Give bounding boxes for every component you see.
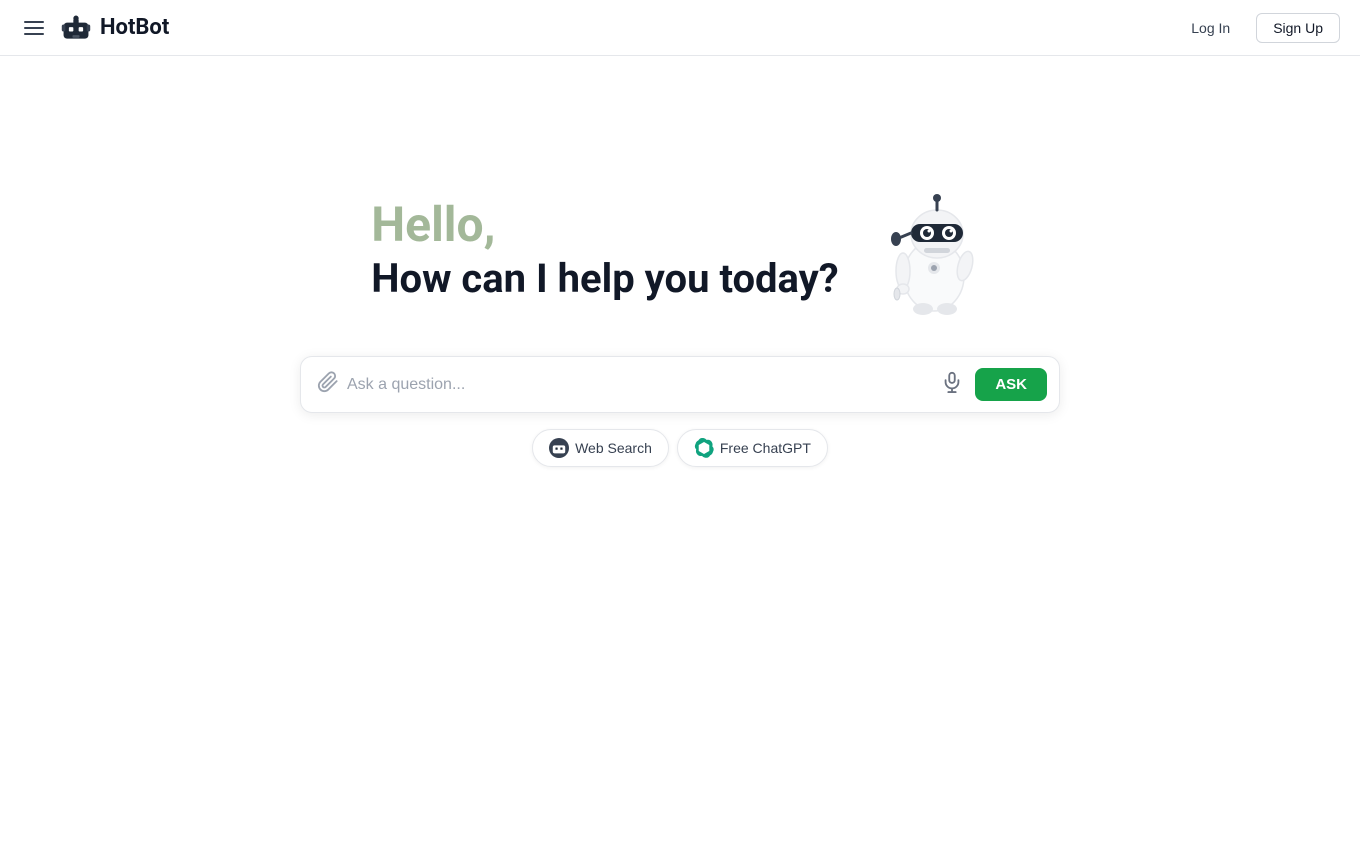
logo-text: HotBot: [100, 15, 169, 40]
main-content: Hello, How can I help you today?: [0, 56, 1360, 467]
hero-section: Hello, How can I help you today?: [371, 186, 988, 316]
search-input[interactable]: [347, 376, 929, 394]
logo-link[interactable]: HotBot: [60, 12, 169, 44]
logo-robot-icon: [60, 12, 92, 44]
robot-mascot-icon: [859, 186, 989, 316]
free-chatgpt-button[interactable]: Free ChatGPT: [677, 429, 828, 467]
header-left: HotBot: [20, 12, 169, 44]
signup-button[interactable]: Sign Up: [1256, 13, 1340, 43]
web-search-icon: [549, 438, 569, 458]
search-bar: ASK: [300, 356, 1060, 413]
microphone-icon[interactable]: [937, 367, 967, 402]
web-search-label: Web Search: [575, 440, 652, 456]
ask-button[interactable]: ASK: [975, 368, 1047, 401]
hero-hello: Hello,: [371, 199, 838, 252]
robot-illustration: [859, 186, 989, 316]
web-search-button[interactable]: Web Search: [532, 429, 669, 467]
attach-icon[interactable]: [317, 371, 339, 398]
login-button[interactable]: Log In: [1175, 14, 1246, 42]
chatgpt-icon: [694, 438, 714, 458]
hero-subtitle: How can I help you today?: [371, 255, 838, 303]
menu-button[interactable]: [20, 17, 48, 39]
hero-text: Hello, How can I help you today?: [371, 199, 838, 304]
free-chatgpt-label: Free ChatGPT: [720, 440, 811, 456]
search-container: ASK: [300, 356, 1060, 413]
header-right: Log In Sign Up: [1175, 13, 1340, 43]
mode-buttons: Web Search Free ChatGPT: [532, 429, 828, 467]
header: HotBot Log In Sign Up: [0, 0, 1360, 56]
